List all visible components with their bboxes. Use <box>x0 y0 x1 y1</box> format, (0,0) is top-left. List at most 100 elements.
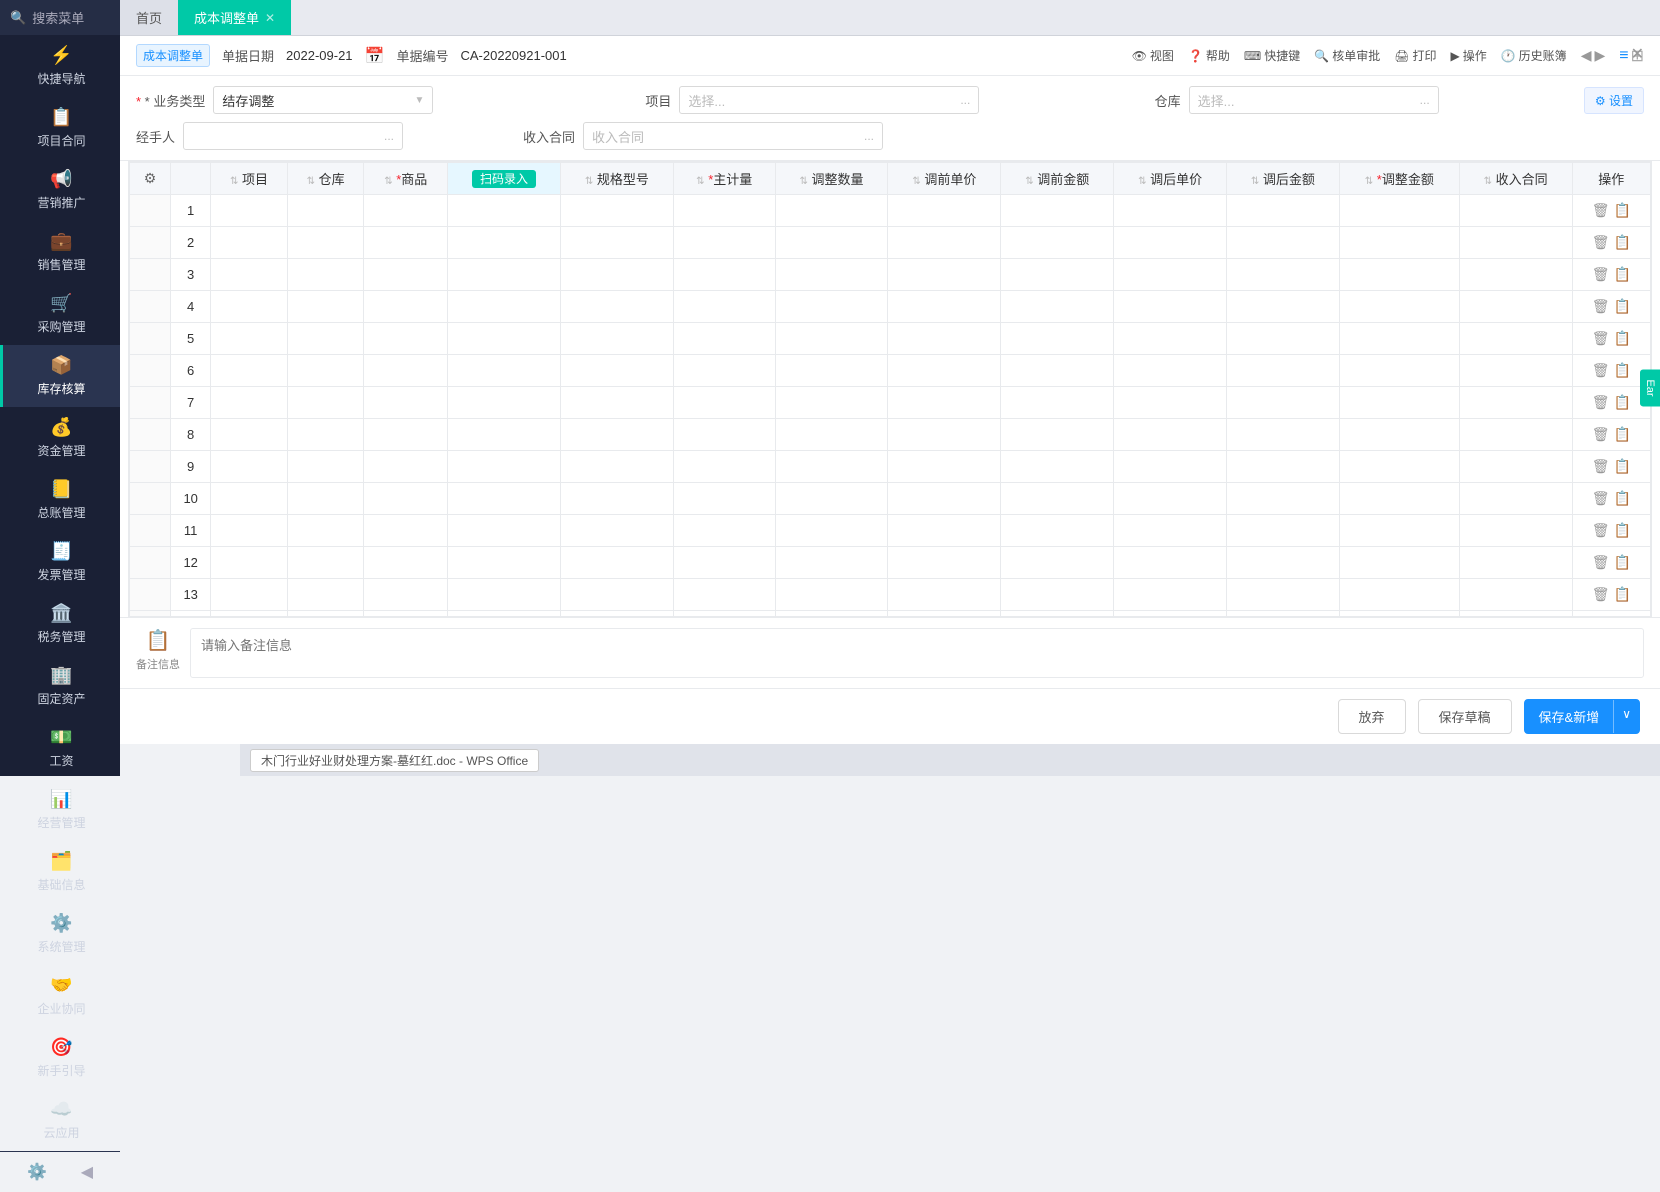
row-delete-4[interactable]: 🗑 <box>1592 298 1610 315</box>
row-after-price-2[interactable] <box>1114 227 1227 259</box>
row-delete-10[interactable]: 🗑 <box>1592 490 1610 507</box>
row-before-price-8[interactable] <box>888 419 1001 451</box>
row-income-5[interactable] <box>1459 323 1572 355</box>
sidebar-search[interactable]: 🔍 搜索菜单 <box>0 0 120 35</box>
sidebar-item-new-guide[interactable]: 🎯新手引导 <box>0 1027 120 1089</box>
row-income-11[interactable] <box>1459 515 1572 547</box>
row-settings-13[interactable] <box>130 579 171 611</box>
sidebar-item-invoice-mgmt[interactable]: 🧾发票管理 <box>0 531 120 593</box>
row-after-amt-2[interactable] <box>1227 227 1340 259</box>
row-scan-1[interactable] <box>448 195 561 227</box>
row-settings-9[interactable] <box>130 451 171 483</box>
row-copy-1[interactable]: 📋 <box>1613 202 1630 219</box>
row-unit-13[interactable] <box>673 579 775 611</box>
sidebar-item-sales-mgmt[interactable]: 💼销售管理 <box>0 221 120 283</box>
row-project-5[interactable] <box>211 323 288 355</box>
row-income-3[interactable] <box>1459 259 1572 291</box>
row-adjust-amt-1[interactable] <box>1339 195 1459 227</box>
row-qty-1[interactable] <box>775 195 888 227</box>
sidebar-item-ledger-mgmt[interactable]: 📒总账管理 <box>0 469 120 531</box>
row-warehouse-11[interactable] <box>287 515 364 547</box>
row-spec-10[interactable] <box>560 483 673 515</box>
doc-action-review[interactable]: 🔍核单审批 <box>1314 47 1380 64</box>
tab-cost-adjust[interactable]: 成本调整单✕ <box>178 0 291 35</box>
row-before-price-6[interactable] <box>888 355 1001 387</box>
row-before-amt-4[interactable] <box>1001 291 1114 323</box>
row-goods-11[interactable] <box>364 515 448 547</box>
sidebar-item-sys-mgmt[interactable]: ⚙️系统管理 <box>0 903 120 965</box>
row-settings-6[interactable] <box>130 355 171 387</box>
warehouse-dots[interactable]: ... <box>1420 93 1430 107</box>
row-after-price-6[interactable] <box>1114 355 1227 387</box>
settings-button[interactable]: ⚙ 设置 <box>1584 87 1644 114</box>
row-after-price-5[interactable] <box>1114 323 1227 355</box>
row-before-amt-13[interactable] <box>1001 579 1114 611</box>
row-unit-7[interactable] <box>673 387 775 419</box>
row-qty-8[interactable] <box>775 419 888 451</box>
sidebar-item-tax-mgmt[interactable]: 🏛️税务管理 <box>0 593 120 655</box>
row-warehouse-2[interactable] <box>287 227 364 259</box>
row-income-7[interactable] <box>1459 387 1572 419</box>
row-before-price-7[interactable] <box>888 387 1001 419</box>
row-unit-12[interactable] <box>673 547 775 579</box>
row-qty-2[interactable] <box>775 227 888 259</box>
row-delete-13[interactable]: 🗑 <box>1592 586 1610 603</box>
row-after-amt-12[interactable] <box>1227 547 1340 579</box>
row-income-2[interactable] <box>1459 227 1572 259</box>
tab-close-cost-adjust[interactable]: ✕ <box>265 11 275 25</box>
row-project-8[interactable] <box>211 419 288 451</box>
sidebar-item-payroll[interactable]: 💵工资 <box>0 717 120 779</box>
remark-input[interactable] <box>190 628 1644 678</box>
row-scan-4[interactable] <box>448 291 561 323</box>
row-before-price-13[interactable] <box>888 579 1001 611</box>
handler-input[interactable]: ... <box>183 122 403 150</box>
col-settings[interactable]: ⚙ <box>130 163 171 195</box>
row-spec-8[interactable] <box>560 419 673 451</box>
row-spec-13[interactable] <box>560 579 673 611</box>
row-settings-8[interactable] <box>130 419 171 451</box>
row-after-amt-10[interactable] <box>1227 483 1340 515</box>
sidebar-item-fixed-assets[interactable]: 🏢固定资产 <box>0 655 120 717</box>
row-spec-3[interactable] <box>560 259 673 291</box>
row-copy-7[interactable]: 📋 <box>1613 394 1630 411</box>
row-delete-5[interactable]: 🗑 <box>1592 330 1610 347</box>
row-copy-6[interactable]: 📋 <box>1613 362 1630 379</box>
row-after-price-12[interactable] <box>1114 547 1227 579</box>
row-settings-10[interactable] <box>130 483 171 515</box>
row-qty-13[interactable] <box>775 579 888 611</box>
row-after-amt-6[interactable] <box>1227 355 1340 387</box>
row-copy-8[interactable]: 📋 <box>1613 426 1630 443</box>
row-goods-6[interactable] <box>364 355 448 387</box>
row-project-12[interactable] <box>211 547 288 579</box>
row-goods-8[interactable] <box>364 419 448 451</box>
row-after-amt-7[interactable] <box>1227 387 1340 419</box>
row-project-6[interactable] <box>211 355 288 387</box>
row-warehouse-9[interactable] <box>287 451 364 483</box>
row-after-price-7[interactable] <box>1114 387 1227 419</box>
doc-action-operation[interactable]: ▶操作 <box>1450 47 1486 64</box>
row-warehouse-5[interactable] <box>287 323 364 355</box>
row-before-amt-12[interactable] <box>1001 547 1114 579</box>
row-after-amt-11[interactable] <box>1227 515 1340 547</box>
view-list-btn[interactable]: ≡ <box>1619 46 1628 66</box>
row-copy-10[interactable]: 📋 <box>1613 490 1630 507</box>
sidebar-item-biz-coop[interactable]: 🤝企业协同 <box>0 965 120 1027</box>
row-warehouse-7[interactable] <box>287 387 364 419</box>
col-scan[interactable]: 扫码录入 <box>448 163 561 195</box>
row-adjust-amt-10[interactable] <box>1339 483 1459 515</box>
row-project-4[interactable] <box>211 291 288 323</box>
row-unit-9[interactable] <box>673 451 775 483</box>
sidebar-toggle-icon[interactable]: ◀ <box>81 1162 93 1182</box>
row-delete-2[interactable]: 🗑 <box>1592 234 1610 251</box>
row-settings-12[interactable] <box>130 547 171 579</box>
row-scan-5[interactable] <box>448 323 561 355</box>
row-unit-3[interactable] <box>673 259 775 291</box>
row-adjust-amt-3[interactable] <box>1339 259 1459 291</box>
row-project-1[interactable] <box>211 195 288 227</box>
doc-action-shortcut[interactable]: ⌨快捷键 <box>1244 47 1300 64</box>
row-income-6[interactable] <box>1459 355 1572 387</box>
project-input[interactable]: 选择... ... <box>679 86 979 114</box>
row-before-price-10[interactable] <box>888 483 1001 515</box>
row-scan-7[interactable] <box>448 387 561 419</box>
row-qty-10[interactable] <box>775 483 888 515</box>
